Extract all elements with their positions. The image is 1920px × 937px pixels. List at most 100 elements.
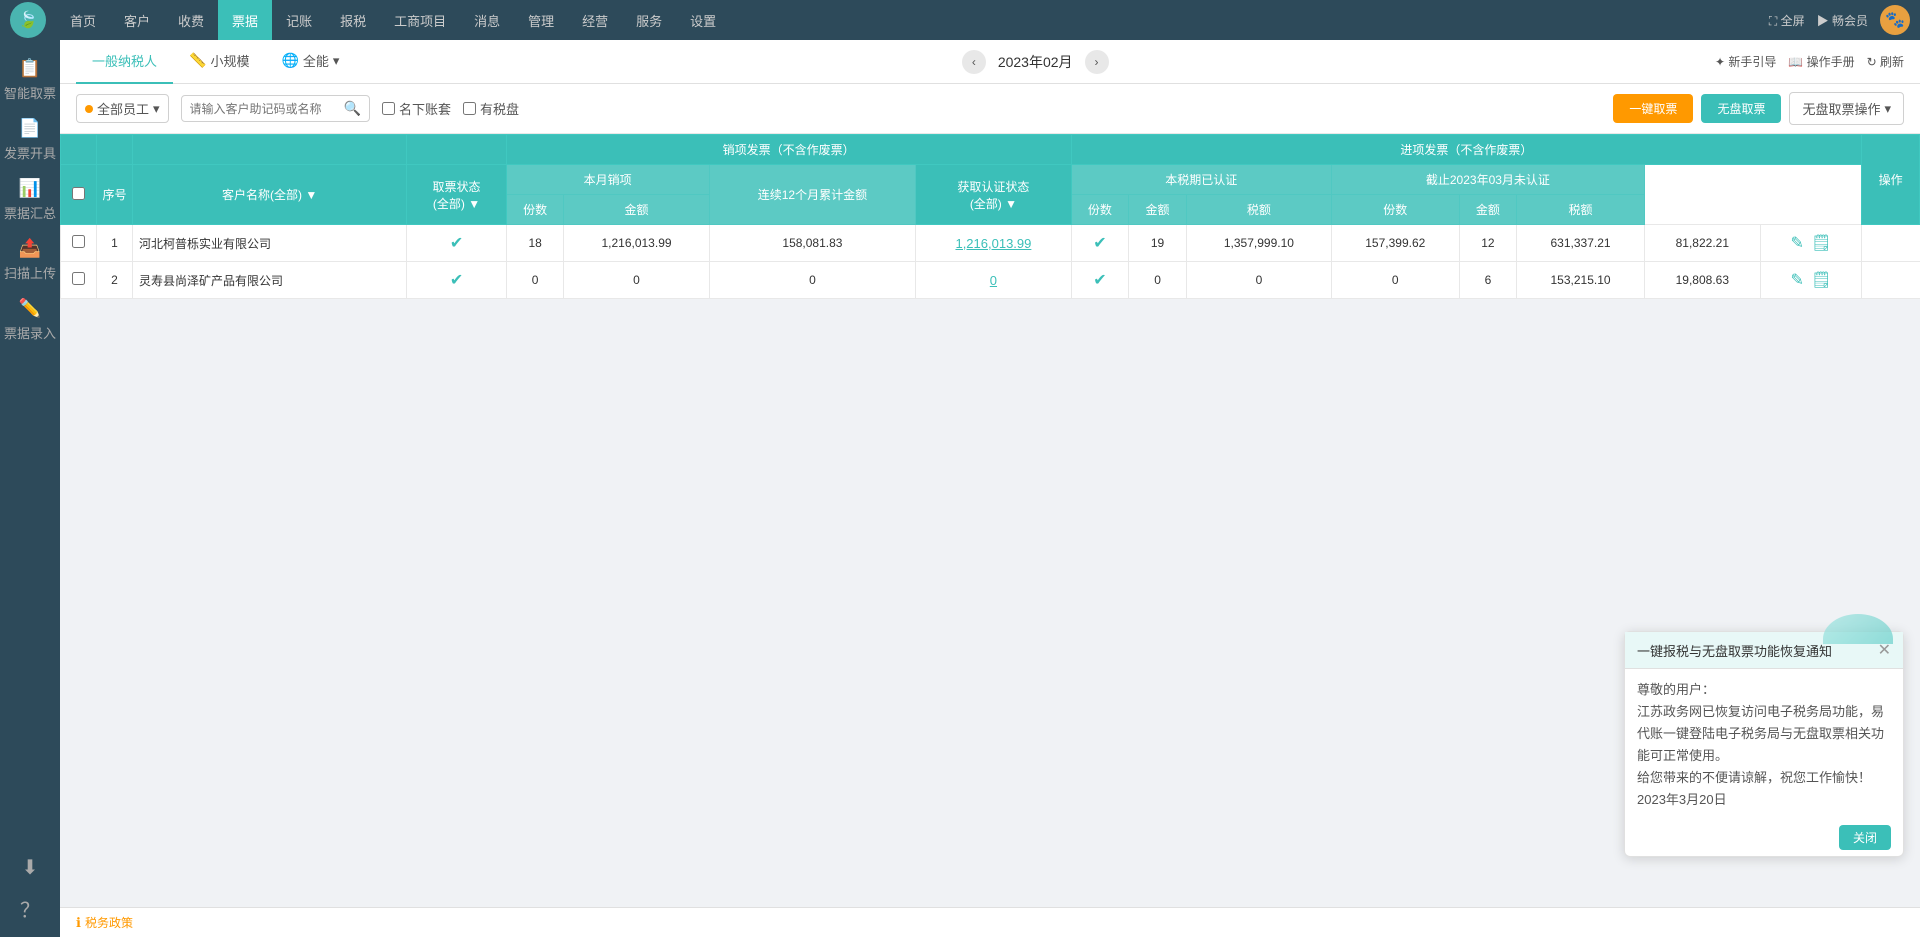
- no-disk-ops-btn[interactable]: 无盘取票操作 ▾: [1789, 92, 1904, 125]
- policy-link[interactable]: 税务政策: [85, 914, 133, 931]
- th-uncert-qty: 份数: [1331, 195, 1459, 225]
- nav-items: 首页 客户 收费 票据 记账 报税 工商项目 消息 管理 经营 服务 设置: [56, 0, 1769, 40]
- checkbox-accounts-input[interactable]: [382, 102, 395, 115]
- date-next-btn[interactable]: ›: [1085, 50, 1109, 74]
- tab-all[interactable]: 🌐 全能 ▾: [265, 40, 355, 84]
- popup-deco: [1823, 614, 1893, 644]
- nav-operation[interactable]: 经营: [568, 0, 622, 40]
- th-uncert-amount: 金额: [1459, 195, 1517, 225]
- tab-right: ✦ 新手引导 📖 操作手册 ↻ 刷新: [1715, 53, 1904, 70]
- th-cert-status: 获取认证状态(全部) ▼: [916, 165, 1071, 225]
- row2-month-tax: 0: [709, 262, 916, 299]
- nav-manage[interactable]: 管理: [514, 0, 568, 40]
- checkbox-taxdisk-input[interactable]: [463, 102, 476, 115]
- row1-cert-check-icon: ✔: [1093, 235, 1106, 252]
- notification-text: 尊敬的用户：江苏政务网已恢复访问电子税务局功能，易代账一键登陆电子税务局与无盘取…: [1637, 682, 1884, 807]
- sidebar-download-icon[interactable]: ⬇: [18, 851, 43, 884]
- nav-tax[interactable]: 报税: [326, 0, 380, 40]
- no-disk-ops-dropdown-icon: ▾: [1884, 101, 1891, 117]
- th-name: 客户名称(全部) ▼: [133, 165, 407, 225]
- tab-general-taxpayer[interactable]: 一般纳税人: [76, 40, 173, 84]
- tab-small-scale[interactable]: 📏 小规模: [173, 40, 265, 84]
- row1-cumulative-link[interactable]: 1,216,013.99: [955, 236, 1031, 251]
- notification-close-footer-btn[interactable]: 关闭: [1839, 825, 1891, 850]
- nav-settings[interactable]: 设置: [676, 0, 730, 40]
- nav-service[interactable]: 服务: [622, 0, 676, 40]
- th-name-group: [133, 135, 407, 165]
- vip-btn[interactable]: ▶ 畅会员: [1817, 12, 1868, 29]
- notification-title: 一键报税与无盘取票功能恢复通知: [1637, 641, 1832, 660]
- th-uncertified: 截止2023年03月未认证: [1331, 165, 1644, 195]
- select-all-checkbox[interactable]: [72, 187, 85, 200]
- smart-pick-icon: 📋: [19, 58, 41, 79]
- manual-btn[interactable]: 📖 操作手册: [1788, 53, 1854, 70]
- sidebar-item-invoice-summary[interactable]: 📊 票据汇总: [0, 170, 60, 230]
- sidebar-item-label-invoice-entry: 票据录入: [4, 323, 56, 342]
- employee-select[interactable]: 全部员工 ▾: [76, 94, 169, 123]
- row1-certified-amount: 1,357,999.10: [1186, 225, 1331, 262]
- row1-month-tax: 158,081.83: [709, 225, 916, 262]
- tab-center: ‹ 2023年02月 ›: [355, 50, 1714, 74]
- tab-all-dropdown-icon[interactable]: ▾: [333, 53, 340, 69]
- notification-footer: 关闭: [1625, 819, 1903, 856]
- row1-edit-icon[interactable]: ✎: [1790, 235, 1803, 252]
- row1-view-icon[interactable]: 🗒: [1811, 235, 1831, 252]
- row1-certified-qty: 19: [1129, 225, 1187, 262]
- checkbox-accounts-label: 名下账套: [399, 99, 451, 118]
- row2-seq: 2: [97, 262, 133, 299]
- nav-bookkeeping[interactable]: 记账: [272, 0, 326, 40]
- checkbox-taxdisk[interactable]: 有税盘: [463, 99, 519, 118]
- new-guide-btn[interactable]: ✦ 新手引导: [1715, 53, 1776, 70]
- refresh-btn[interactable]: ↻ 刷新: [1867, 53, 1904, 70]
- filter-right: 一键取票 无盘取票 无盘取票操作 ▾: [1613, 92, 1904, 125]
- tab-bar: 一般纳税人 📏 小规模 🌐 全能 ▾ ‹ 2023年02月 › ✦ 新手引导 📖…: [60, 40, 1920, 84]
- checkbox-accounts[interactable]: 名下账套: [382, 99, 451, 118]
- table-row: 2 灵寿县尚泽矿产品有限公司 ✔ 0 0 0 0 ✔ 0 0 0 6 153,2…: [61, 262, 1920, 299]
- th-seq: 序号: [97, 165, 133, 225]
- row2-view-icon[interactable]: 🗒: [1811, 272, 1831, 289]
- row2-edit-icon[interactable]: ✎: [1790, 272, 1803, 289]
- invoice-entry-icon: ✏️: [19, 298, 41, 319]
- fullscreen-btn[interactable]: ⛶ 全屏: [1769, 12, 1805, 29]
- top-nav: 🍃 首页 客户 收费 票据 记账 报税 工商项目 消息 管理 经营 服务 设置 …: [0, 0, 1920, 40]
- one-click-pick-btn[interactable]: 一键取票: [1613, 94, 1693, 123]
- nav-customer[interactable]: 客户: [110, 0, 164, 40]
- row2-cumulative-link[interactable]: 0: [990, 273, 997, 288]
- sidebar-item-open-invoice[interactable]: 📄 发票开具: [0, 110, 60, 170]
- all-icon: 🌐: [281, 52, 298, 69]
- sidebar-item-invoice-entry[interactable]: ✏️ 票据录入: [0, 290, 60, 350]
- nav-home[interactable]: 首页: [56, 0, 110, 40]
- nav-invoice[interactable]: 票据: [218, 0, 272, 40]
- search-icon[interactable]: 🔍: [344, 100, 361, 117]
- search-input[interactable]: [190, 102, 340, 116]
- th-month-qty: 份数: [506, 195, 564, 225]
- row2-month-qty: 0: [506, 262, 564, 299]
- tab-all-label: 全能: [303, 51, 329, 70]
- th-month-sales: 本月销项: [506, 165, 709, 195]
- row2-cert-status: ✔: [1071, 262, 1129, 299]
- th-checkbox-group: [61, 135, 97, 165]
- nav-fee[interactable]: 收费: [164, 0, 218, 40]
- no-disk-pick-btn[interactable]: 无盘取票: [1701, 94, 1781, 123]
- th-month-amount: 金额: [564, 195, 709, 225]
- nav-message[interactable]: 消息: [460, 0, 514, 40]
- row2-name: 灵寿县尚泽矿产品有限公司: [133, 262, 407, 299]
- th-pick-status: 取票状态(全部) ▼: [407, 165, 507, 225]
- sidebar-help-icon[interactable]: ？: [16, 890, 44, 927]
- sidebar-item-smart-pick[interactable]: 📋 智能取票: [0, 50, 60, 110]
- avatar[interactable]: 🐾: [1880, 5, 1910, 35]
- nav-business[interactable]: 工商项目: [380, 0, 460, 40]
- row2-checkbox[interactable]: [72, 272, 85, 285]
- th-uncert-tax: 税额: [1517, 195, 1645, 225]
- table-header-row1: 销项发票（不含作废票） 进项发票（不含作废票） 操作: [61, 135, 1920, 165]
- main-table: 销项发票（不含作废票） 进项发票（不含作废票） 操作 序号 客户名称(全部) ▼…: [60, 134, 1920, 299]
- employee-label: 全部员工: [97, 99, 149, 118]
- search-wrap: 🔍: [181, 95, 370, 122]
- sidebar-item-scan-upload[interactable]: 📤 扫描上传: [0, 230, 60, 290]
- small-scale-icon: 📏: [189, 52, 206, 69]
- date-prev-btn[interactable]: ‹: [962, 50, 986, 74]
- employee-dot: [85, 105, 93, 113]
- th-cert-amount: 金额: [1129, 195, 1187, 225]
- sidebar-item-label-invoice-summary: 票据汇总: [4, 203, 56, 222]
- row1-checkbox[interactable]: [72, 235, 85, 248]
